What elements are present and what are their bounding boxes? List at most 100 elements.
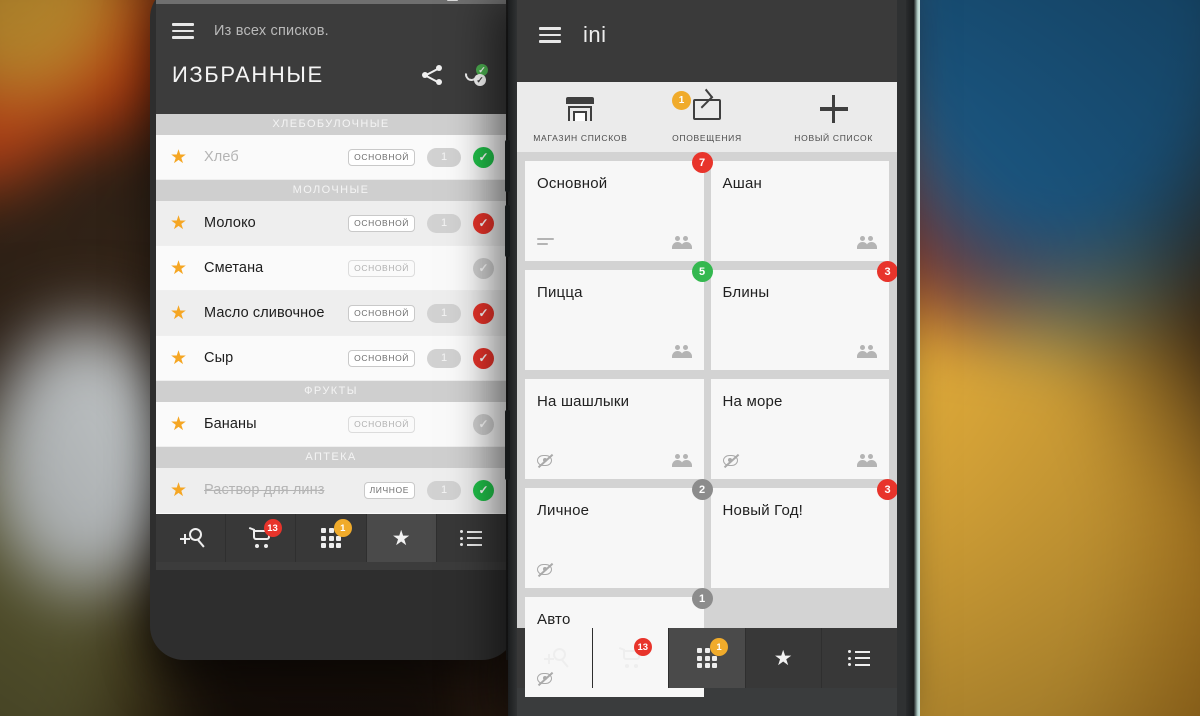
nav-cart[interactable]: 13 xyxy=(226,514,297,562)
hamburger-menu-icon[interactable] xyxy=(172,23,194,39)
item-name: Хлеб xyxy=(204,149,239,165)
volume-up-button[interactable] xyxy=(505,140,510,192)
item-check-toggle[interactable]: ✓ xyxy=(473,347,494,369)
favorite-star-icon[interactable]: ★ xyxy=(170,257,196,280)
item-quantity[interactable]: 1 xyxy=(427,147,461,167)
item-quantity[interactable]: 1 xyxy=(427,213,461,233)
item-tag: ОСНОВНОЙ xyxy=(348,349,415,367)
list-tile[interactable]: 2 Личное xyxy=(525,479,713,588)
list-tile[interactable]: На шашлыки xyxy=(525,379,704,479)
tile-name: Основной xyxy=(537,175,608,192)
quick-action-plus[interactable]: НОВЫЙ СПИСОК xyxy=(778,94,890,143)
nav-grid[interactable]: 1 xyxy=(669,628,746,688)
favorite-star-icon[interactable]: ★ xyxy=(170,146,196,169)
store-icon xyxy=(566,97,595,121)
hamburger-menu-icon[interactable] xyxy=(539,27,561,43)
tile-footer xyxy=(723,561,878,577)
tile-name: На шашлыки xyxy=(537,393,630,410)
list-tile[interactable]: 3 Блины xyxy=(710,261,897,370)
right-bottom-nav[interactable]: 13 1 ★ xyxy=(517,628,897,688)
eye-off-icon xyxy=(537,453,554,468)
item-tag: ЛИЧНОЕ xyxy=(363,481,415,499)
favorite-star-icon[interactable]: ★ xyxy=(170,212,196,235)
favorite-star-icon[interactable]: ★ xyxy=(170,347,196,370)
item-tag: ОСНОВНОЙ xyxy=(348,304,415,322)
left-bottom-nav[interactable]: 13 1 ★ xyxy=(156,514,506,562)
favorite-star-icon[interactable]: ★ xyxy=(170,479,196,502)
item-name: Раствор для линз xyxy=(204,482,325,498)
quick-actions-bar[interactable]: МАГАЗИН СПИСКОВ 1 ОПОВЕЩЕНИЯ НОВЫЙ СПИСОК xyxy=(517,82,897,152)
item-check-toggle[interactable]: ✓ xyxy=(473,146,494,168)
tile-badge: 7 xyxy=(691,152,713,173)
list-item[interactable]: ★ Хлеб ОСНОВНОЙ 1 ✓ xyxy=(156,135,506,180)
quick-action-mail[interactable]: 1 ОПОВЕЩЕНИЯ xyxy=(651,88,763,143)
list-item[interactable]: ★ Масло сливочное ОСНОВНОЙ 1 ✓ xyxy=(156,291,506,336)
tile-name: Пицца xyxy=(537,284,583,301)
item-check-toggle[interactable]: ✓ xyxy=(473,257,494,279)
nav-star[interactable]: ★ xyxy=(366,514,437,562)
search-add-icon xyxy=(179,528,205,548)
item-check-toggle[interactable]: ✓ xyxy=(473,413,494,435)
list-item[interactable]: ★ Сыр ОСНОВНОЙ 1 ✓ xyxy=(156,336,506,381)
people-icon xyxy=(671,235,692,249)
list-group-header: АПТЕКА xyxy=(156,447,506,468)
nav-list[interactable] xyxy=(822,628,897,688)
nav-search-add[interactable] xyxy=(517,628,594,688)
volume-down-button[interactable] xyxy=(505,205,510,257)
quick-action-label: НОВЫЙ СПИСОК xyxy=(794,133,873,143)
item-check-toggle[interactable]: ✓ xyxy=(473,479,494,501)
star-icon: ★ xyxy=(773,646,793,670)
left-app-bar: Из всех списков. ИЗБРАННЫЕ ✓ ✓ xyxy=(156,4,506,114)
power-button[interactable] xyxy=(505,410,510,480)
nav-cart[interactable]: 13 xyxy=(593,628,670,688)
quick-action-store[interactable]: МАГАЗИН СПИСКОВ xyxy=(524,94,636,143)
search-add-icon xyxy=(543,648,569,668)
lists-grid[interactable]: 7 Основной Ашан 5 Пицца 3 Блины На шашлыки На мо… xyxy=(517,152,897,697)
tile-badge: 2 xyxy=(691,479,713,500)
favorites-list[interactable]: ХЛЕБОБУЛОЧНЫЕ ★ Хлеб ОСНОВНОЙ 1 ✓ МОЛОЧНЫЕ ★ Мол… xyxy=(156,114,506,514)
nav-star[interactable]: ★ xyxy=(746,628,822,688)
item-quantity[interactable]: 1 xyxy=(427,480,461,500)
eye-off-icon xyxy=(537,562,554,577)
nav-search-add[interactable] xyxy=(156,514,227,562)
tile-name: Блины xyxy=(722,284,770,301)
list-item[interactable]: ★ Раствор для линз ЛИЧНОЕ 1 ✓ xyxy=(156,468,506,513)
nav-badge: 1 xyxy=(710,638,729,656)
right-phone-device: ini МАГАЗИН СПИСКОВ 1 ОПОВЕЩЕНИЯ НОВЫЙ СПИС… xyxy=(505,0,920,716)
nav-badge: 1 xyxy=(333,519,352,537)
clock-label: 18:25 xyxy=(464,0,496,1)
item-check-toggle[interactable]: ✓ xyxy=(473,302,494,324)
item-quantity[interactable]: 1 xyxy=(427,303,461,323)
list-tile[interactable]: 7 Основной xyxy=(525,152,713,261)
list-item[interactable]: ★ Сметана ОСНОВНОЙ ✓ xyxy=(156,246,506,291)
tile-footer xyxy=(537,561,692,577)
item-quantity[interactable]: 1 xyxy=(427,348,461,368)
right-phone-screen: ini МАГАЗИН СПИСКОВ 1 ОПОВЕЩЕНИЯ НОВЫЙ СПИС… xyxy=(517,0,897,716)
list-group-header: ФРУКТЫ xyxy=(156,381,506,402)
favorite-star-icon[interactable]: ★ xyxy=(170,413,196,436)
quick-action-badge: 1 xyxy=(671,91,691,110)
list-tile[interactable]: На море xyxy=(710,379,889,479)
tile-badge: 3 xyxy=(877,261,897,282)
sync-status-icon[interactable]: ✓ ✓ xyxy=(462,64,488,86)
item-name: Молоко xyxy=(204,215,256,231)
tile-footer xyxy=(722,452,877,468)
share-icon[interactable] xyxy=(422,65,442,85)
list-item[interactable]: ★ Молоко ОСНОВНОЙ 1 ✓ xyxy=(156,201,506,246)
app-title: ini xyxy=(583,22,607,47)
list-item[interactable]: ★ Бананы ОСНОВНОЙ ✓ xyxy=(156,402,506,447)
item-name: Масло сливочное xyxy=(204,305,325,321)
list-icon xyxy=(848,650,871,666)
nav-grid[interactable]: 1 xyxy=(296,514,367,562)
list-tile[interactable]: 5 Пицца xyxy=(525,261,713,370)
item-name: Сыр xyxy=(204,350,234,366)
favorite-star-icon[interactable]: ★ xyxy=(170,302,196,325)
list-tile[interactable]: 3 Новый Год! xyxy=(710,479,897,588)
list-tile[interactable]: Ашан xyxy=(710,161,889,261)
item-check-toggle[interactable]: ✓ xyxy=(473,212,494,234)
quick-action-label: МАГАЗИН СПИСКОВ xyxy=(533,133,628,143)
nav-list[interactable] xyxy=(437,514,506,562)
item-name: Сметана xyxy=(204,260,264,276)
right-app-bar: ini xyxy=(517,0,897,82)
people-icon xyxy=(857,453,877,467)
